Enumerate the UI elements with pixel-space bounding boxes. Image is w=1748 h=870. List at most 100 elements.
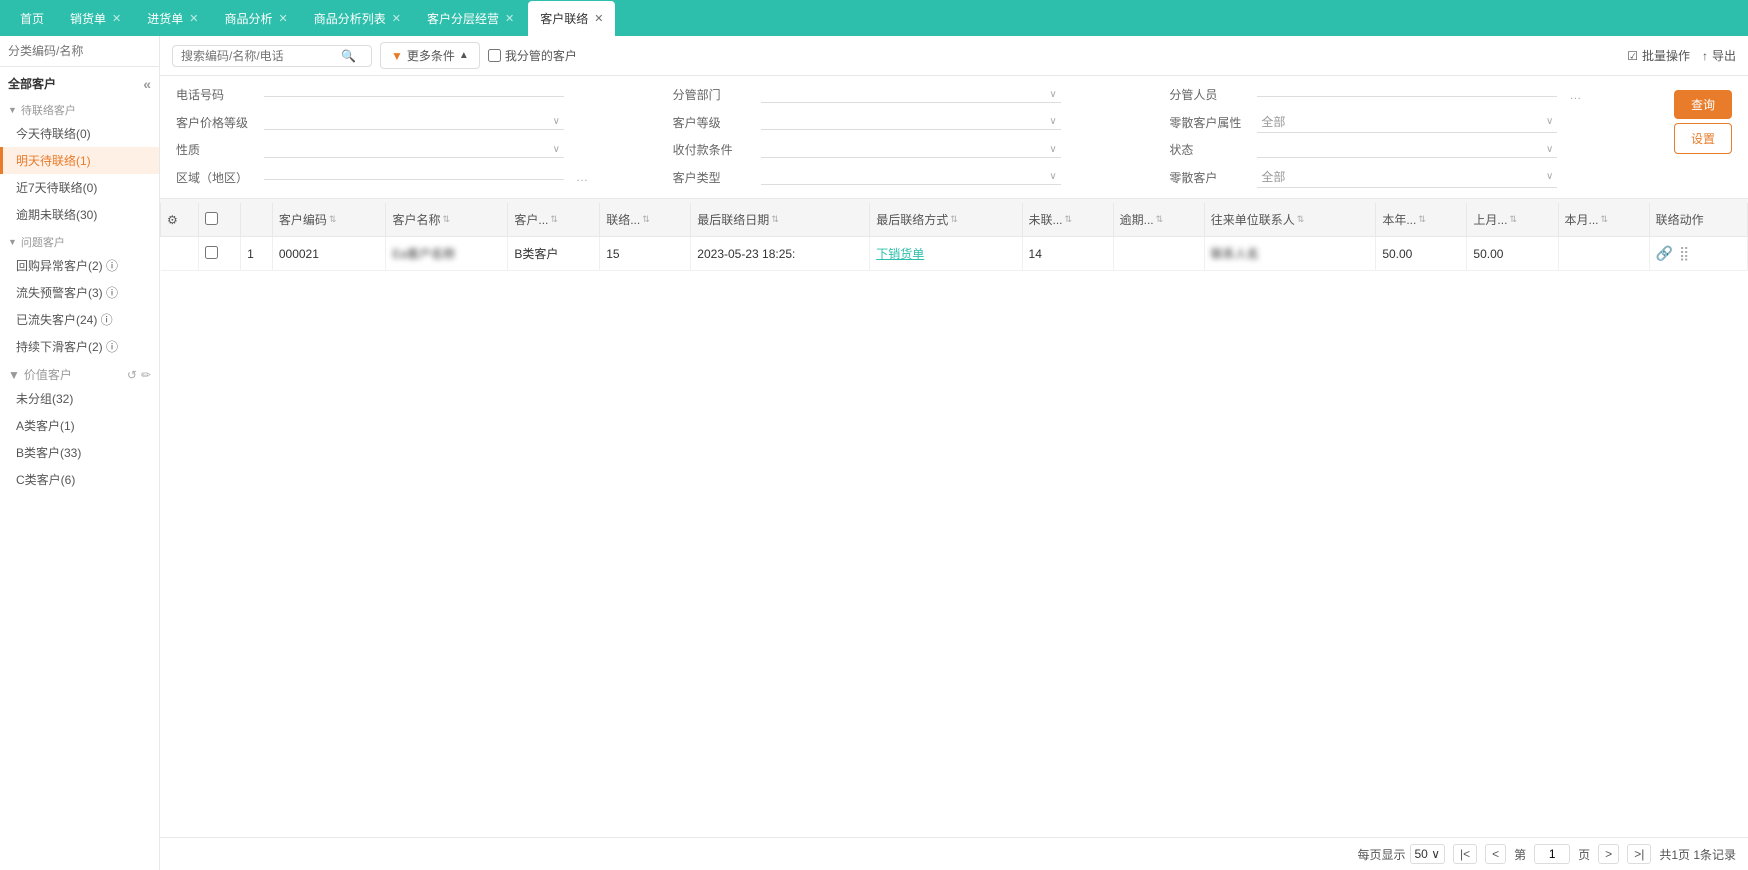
sidebar-item-c-class[interactable]: C类客户(6) [0, 466, 159, 493]
not-contact-sort-icon: ⇅ [1065, 214, 1073, 225]
close-customer-contact-icon[interactable]: ✕ [594, 12, 603, 25]
export-icon: ↑ [1702, 49, 1708, 63]
page-next-btn[interactable]: > [1598, 844, 1619, 864]
th-overdue[interactable]: 逾期...⇅ [1113, 203, 1204, 237]
nav-sales[interactable]: 销货单 ✕ [58, 0, 133, 36]
filter-select-cust-type[interactable]: ∨ [761, 169, 1061, 185]
row-checkbox[interactable] [205, 246, 218, 259]
sidebar-item-ungrouped[interactable]: 未分组(32) [0, 385, 159, 412]
sidebar-collapse-btn[interactable]: « [143, 76, 151, 92]
close-sales-icon[interactable]: ✕ [112, 12, 121, 25]
action-contact-icon[interactable]: 🔗 [1656, 245, 1673, 262]
customer-table-wrapper: ⚙ 客户编码⇅ 客户名称⇅ 客户...⇅ [160, 203, 1748, 837]
page-first-btn[interactable]: |< [1453, 844, 1477, 864]
search-box[interactable]: 🔍 [172, 45, 372, 67]
search-icon[interactable]: 🔍 [341, 49, 356, 63]
filter-select-status[interactable]: ∨ [1257, 142, 1557, 158]
th-type[interactable]: 客户...⇅ [508, 203, 600, 237]
table-row: 1 000021 Ea客户名称 B类客户 15 2023-05-23 18:25… [161, 237, 1748, 271]
sidebar-item-loss-warning[interactable]: 流失预警客户(3) ⓘ [0, 279, 159, 306]
th-contact[interactable]: 联络...⇅ [600, 203, 691, 237]
close-product-analysis-icon[interactable]: ✕ [279, 12, 288, 25]
price-level-arrow-icon: ∨ [553, 116, 560, 127]
nav-home[interactable]: 首页 [8, 0, 56, 36]
row-last-contact-way[interactable]: 下销货单 [870, 237, 1022, 271]
th-last-month[interactable]: 上月...⇅ [1467, 203, 1558, 237]
filter-select-customer-level[interactable]: ∨ [761, 114, 1061, 130]
value-customer-refresh-icon[interactable]: ↺ [127, 368, 137, 382]
nav-customer-layer[interactable]: 客户分层经营 ✕ [415, 0, 526, 36]
close-purchase-icon[interactable]: ✕ [189, 12, 198, 25]
page-size-dropdown[interactable]: 50 ∨ [1410, 844, 1446, 864]
table-footer: 每页显示 50 ∨ |< < 第 页 > >| 共1页 1条记录 [160, 837, 1748, 870]
sidebar-item-today[interactable]: 今天待联络(0) [0, 120, 159, 147]
row-checkbox-cell[interactable] [199, 237, 241, 271]
region-dots-icon[interactable]: … [576, 170, 588, 184]
settings-button[interactable]: 设置 [1674, 123, 1732, 154]
close-customer-layer-icon[interactable]: ✕ [505, 12, 514, 25]
th-this-year[interactable]: 本年...⇅ [1376, 203, 1467, 237]
th-this-month[interactable]: 本月...⇅ [1558, 203, 1649, 237]
nav-purchase[interactable]: 进货单 ✕ [135, 0, 210, 36]
filter-input-region[interactable] [264, 175, 564, 180]
th-unit-contact[interactable]: 往来单位联系人⇅ [1204, 203, 1376, 237]
my-customers-checkbox-label[interactable]: 我分管的客户 [488, 47, 577, 64]
page-number-input[interactable] [1534, 844, 1570, 864]
nav-product-analysis[interactable]: 商品分析 ✕ [212, 0, 299, 36]
filter-input-manager[interactable] [1257, 92, 1557, 97]
filter-arrow-icon: ▲ [459, 50, 469, 61]
date-sort-icon: ⇅ [771, 214, 779, 225]
sidebar-item-b-class[interactable]: B类客户(33) [0, 439, 159, 466]
bulk-checkbox-icon: ☑ [1627, 49, 1638, 63]
export-btn[interactable]: ↑ 导出 [1702, 47, 1736, 64]
sidebar-search-bar[interactable]: 🔍 [0, 36, 159, 67]
th-last-contact-way[interactable]: 最后联络方式⇅ [870, 203, 1022, 237]
th-last-contact-date[interactable]: 最后联络日期⇅ [691, 203, 870, 237]
search-input[interactable] [181, 49, 341, 63]
select-all-checkbox[interactable] [205, 212, 218, 225]
th-checkbox[interactable] [199, 203, 241, 237]
table-settings-icon[interactable]: ⚙ [167, 213, 178, 227]
close-product-list-icon[interactable]: ✕ [392, 12, 401, 25]
sidebar-item-repurchase-abnormal[interactable]: 回购异常客户(2) ⓘ [0, 252, 159, 279]
page-last-btn[interactable]: >| [1627, 844, 1651, 864]
sidebar-item-7days[interactable]: 近7天待联络(0) [0, 174, 159, 201]
th-not-contact[interactable]: 未联...⇅ [1022, 203, 1113, 237]
nav-product-analysis-list[interactable]: 商品分析列表 ✕ [302, 0, 413, 36]
filter-select-price-level[interactable]: ∨ [264, 114, 564, 130]
customer-table: ⚙ 客户编码⇅ 客户名称⇅ 客户...⇅ [160, 203, 1748, 271]
th-name[interactable]: 客户名称⇅ [386, 203, 508, 237]
filter-cell-nature: 性质 ∨ [176, 141, 665, 158]
filter-select-payment[interactable]: ∨ [761, 142, 1061, 158]
sparse-arrow-icon: ∨ [1546, 171, 1553, 182]
sidebar-item-a-class[interactable]: A类客户(1) [0, 412, 159, 439]
value-customer-edit-icon[interactable]: ✏ [141, 368, 151, 382]
filter-select-dept[interactable]: ∨ [761, 87, 1061, 103]
sidebar-item-tomorrow[interactable]: 明天待联络(1) [0, 147, 159, 174]
filter-select-sparse-attr[interactable]: 全部 ∨ [1257, 111, 1557, 133]
unit-sort-icon: ⇅ [1297, 214, 1305, 225]
bulk-action-btn[interactable]: ☑ 批量操作 [1627, 47, 1690, 64]
filter-input-phone[interactable] [264, 92, 564, 97]
action-more-icon[interactable]: ⣿ [1679, 245, 1689, 262]
sidebar-search-input[interactable] [8, 44, 160, 58]
nav-customer-contact[interactable]: 客户联络 ✕ [528, 1, 615, 37]
filter-select-sparse[interactable]: 全部 ∨ [1257, 166, 1557, 188]
row-last-month: 50.00 [1467, 237, 1558, 271]
query-button[interactable]: 查询 [1674, 90, 1732, 119]
content-area: 🔍 ▼ 更多条件 ▲ 我分管的客户 ☑ 批量操作 ↑ 导出 [160, 36, 1748, 870]
filter-label-status: 状态 [1169, 141, 1249, 158]
th-code[interactable]: 客户编码⇅ [272, 203, 386, 237]
filter-select-nature[interactable]: ∨ [264, 142, 564, 158]
sidebar-item-lost[interactable]: 已流失客户(24) ⓘ [0, 306, 159, 333]
more-filter-btn[interactable]: ▼ 更多条件 ▲ [380, 42, 480, 69]
th-settings[interactable]: ⚙ [161, 203, 199, 237]
row-overdue [1113, 237, 1204, 271]
page-prev-btn[interactable]: < [1485, 844, 1506, 864]
way-sort-icon: ⇅ [950, 214, 958, 225]
sidebar-item-declining[interactable]: 持续下滑客户(2) ⓘ [0, 333, 159, 360]
manager-dots-icon[interactable]: … [1569, 88, 1581, 102]
my-customers-checkbox[interactable] [488, 49, 501, 62]
filter-icon: ▼ [391, 49, 403, 63]
sidebar-item-overdue[interactable]: 逾期未联络(30) [0, 201, 159, 228]
